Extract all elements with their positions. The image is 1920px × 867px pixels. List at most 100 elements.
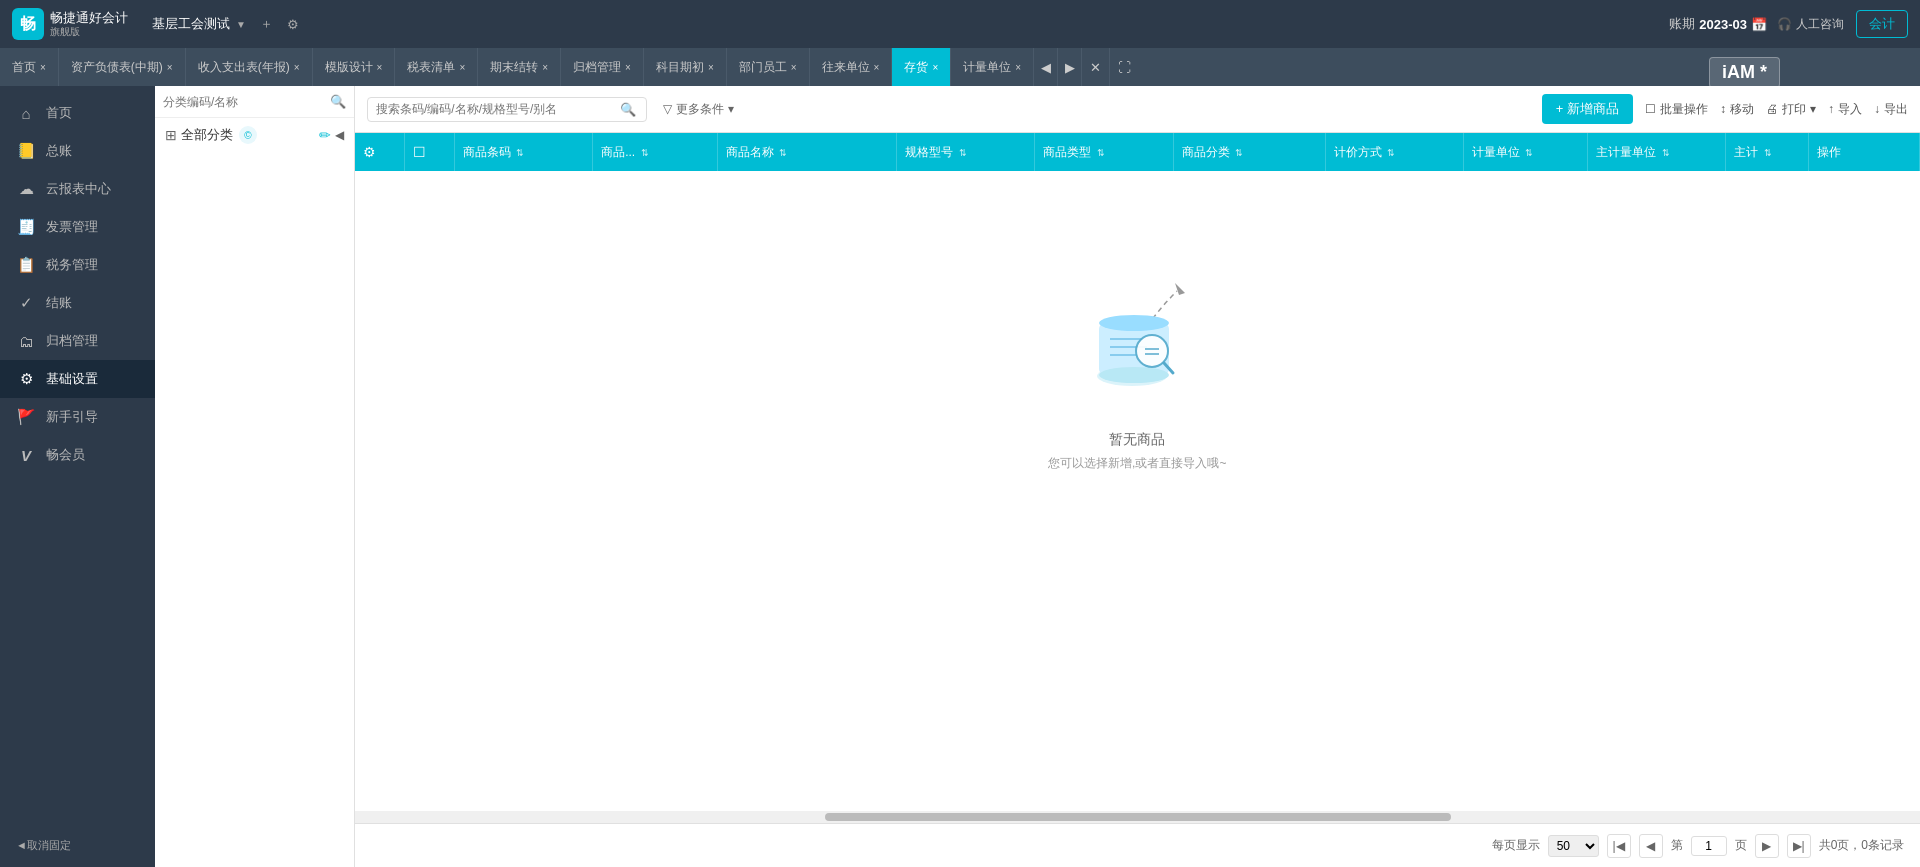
unpin-button[interactable]: ◄取消固定 — [8, 832, 147, 859]
tab-period-end-close[interactable]: × — [542, 62, 548, 73]
page-label: 第 — [1671, 837, 1683, 854]
sort-unit-icon: ⇅ — [1525, 148, 1533, 158]
logo-text: 畅捷通好会计 旗舰版 — [50, 10, 128, 38]
category-edit-icon[interactable]: ✏ — [319, 127, 331, 143]
category-search-icon[interactable]: 🔍 — [330, 94, 346, 109]
sidebar-item-guide[interactable]: 🚩 新手引导 — [0, 398, 155, 436]
tab-close-all[interactable]: ✕ — [1082, 48, 1110, 86]
sidebar-item-archive[interactable]: 🗂 归档管理 — [0, 322, 155, 360]
th-settings[interactable]: ⚙ — [355, 133, 405, 171]
sidebar-item-ledger[interactable]: 📒 总账 — [0, 132, 155, 170]
tab-template[interactable]: 模版设计 × — [313, 48, 396, 86]
tab-home[interactable]: 首页 × — [0, 48, 59, 86]
tab-subject-close[interactable]: × — [708, 62, 714, 73]
export-button[interactable]: ↓ 导出 — [1874, 101, 1908, 118]
help-button[interactable]: 🎧 人工咨询 — [1777, 16, 1844, 33]
toolbar-right: + 新增商品 ☐ 批量操作 ↕ 移动 🖨 打印 ▾ — [1542, 94, 1908, 124]
prev-page-button[interactable]: ◀ — [1639, 834, 1663, 858]
batch-action-button[interactable]: ☐ 批量操作 — [1645, 101, 1708, 118]
tab-tax[interactable]: 税表清单 × — [395, 48, 478, 86]
tab-partner-close[interactable]: × — [874, 62, 880, 73]
th-main-unit[interactable]: 主计量单位 ⇅ — [1588, 133, 1726, 171]
next-page-button[interactable]: ▶ — [1755, 834, 1779, 858]
add-company-icon[interactable]: ＋ — [260, 15, 273, 33]
th-code[interactable]: 商品... ⇅ — [593, 133, 717, 171]
th-type[interactable]: 商品类型 ⇅ — [1035, 133, 1173, 171]
tab-balance-close[interactable]: × — [167, 62, 173, 73]
category-collapse-icon[interactable]: ◀ — [335, 128, 344, 142]
unpin-label: ◄取消固定 — [16, 838, 71, 853]
sidebar-basic-label: 基础设置 — [46, 370, 98, 388]
th-spec-label: 规格型号 — [905, 145, 953, 159]
horizontal-scrollbar[interactable] — [355, 811, 1920, 823]
th-check[interactable]: ☐ — [405, 133, 455, 171]
table-container: ⚙ ☐ 商品条码 ⇅ 商品... — [355, 133, 1920, 811]
settlement-icon: ✓ — [16, 294, 36, 312]
print-chevron-icon: ▾ — [1810, 102, 1816, 116]
first-page-button[interactable]: |◀ — [1607, 834, 1631, 858]
per-page-select[interactable]: 50 100 200 — [1548, 835, 1599, 857]
search-icon[interactable]: 🔍 — [620, 102, 636, 117]
th-barcode[interactable]: 商品条码 ⇅ — [455, 133, 593, 171]
th-category[interactable]: 商品分类 ⇅ — [1173, 133, 1325, 171]
sidebar-item-settlement[interactable]: ✓ 结账 — [0, 284, 155, 322]
category-icon: © — [239, 126, 257, 144]
calendar-icon[interactable]: 📅 — [1751, 17, 1767, 32]
tab-template-close[interactable]: × — [377, 62, 383, 73]
tab-income-close[interactable]: × — [294, 62, 300, 73]
sort-spec-icon: ⇅ — [959, 148, 967, 158]
th-name-label: 商品名称 — [726, 145, 774, 159]
sidebar-item-reports[interactable]: ☁ 云报表中心 — [0, 170, 155, 208]
import-button[interactable]: ↑ 导入 — [1828, 101, 1862, 118]
tab-unit[interactable]: 计量单位 × — [951, 48, 1034, 86]
tab-home-close[interactable]: × — [40, 62, 46, 73]
tab-archive-close[interactable]: × — [625, 62, 631, 73]
tab-scroll-right[interactable]: ▶ — [1058, 48, 1082, 86]
category-panel: 🔍 ⊞ 全部分类 © ✏ ◀ — [155, 86, 355, 867]
page-unit: 页 — [1735, 837, 1747, 854]
tab-dept-close[interactable]: × — [791, 62, 797, 73]
sidebar-item-home[interactable]: ⌂ 首页 — [0, 94, 155, 132]
tab-inventory[interactable]: 存货 × — [892, 48, 951, 86]
search-input[interactable] — [376, 102, 616, 116]
th-col3[interactable]: 主计 ⇅ — [1726, 133, 1809, 171]
category-search-input[interactable] — [163, 95, 326, 109]
move-button[interactable]: ↕ 移动 — [1720, 101, 1754, 118]
tab-tax-close[interactable]: × — [459, 62, 465, 73]
account-button[interactable]: 会计 — [1856, 10, 1908, 38]
move-label: 移动 — [1730, 101, 1754, 118]
tab-inventory-close[interactable]: × — [932, 62, 938, 73]
add-product-button[interactable]: + 新增商品 — [1542, 94, 1633, 124]
gear-icon[interactable]: ⚙ — [363, 144, 376, 160]
tab-balance[interactable]: 资产负债表(中期) × — [59, 48, 186, 86]
tab-income[interactable]: 收入支出表(年报) × — [186, 48, 313, 86]
tab-period-end[interactable]: 期末结转 × — [478, 48, 561, 86]
sort-category-icon: ⇅ — [1235, 148, 1243, 158]
th-price-method[interactable]: 计价方式 ⇅ — [1325, 133, 1463, 171]
sidebar-bottom: ◄取消固定 — [0, 824, 155, 867]
tab-maximize[interactable]: ⛶ — [1110, 48, 1138, 86]
tab-scroll-left[interactable]: ◀ — [1034, 48, 1058, 86]
sidebar-item-invoice[interactable]: 🧾 发票管理 — [0, 208, 155, 246]
tab-partner[interactable]: 往来单位 × — [810, 48, 893, 86]
filter-button[interactable]: ▽ 更多条件 ▾ — [655, 97, 742, 122]
sidebar-item-member[interactable]: V 畅会员 — [0, 436, 155, 474]
tab-subject[interactable]: 科目期初 × — [644, 48, 727, 86]
tab-dept[interactable]: 部门员工 × — [727, 48, 810, 86]
settings-icon[interactable]: ⚙ — [287, 17, 299, 32]
tab-archive-label: 归档管理 — [573, 59, 621, 76]
sort-code-icon: ⇅ — [641, 148, 649, 158]
sidebar-item-basic[interactable]: ⚙ 基础设置 — [0, 360, 155, 398]
print-button[interactable]: 🖨 打印 ▾ — [1766, 101, 1816, 118]
company-selector[interactable]: 基层工会测试 ▼ ＋ ⚙ — [152, 15, 1659, 33]
page-input[interactable] — [1691, 836, 1727, 856]
last-page-button[interactable]: ▶| — [1787, 834, 1811, 858]
checkbox-icon[interactable]: ☐ — [413, 144, 426, 160]
th-spec[interactable]: 规格型号 ⇅ — [897, 133, 1035, 171]
th-unit[interactable]: 计量单位 ⇅ — [1463, 133, 1587, 171]
scrollbar-thumb[interactable] — [825, 813, 1451, 821]
sidebar-item-tax[interactable]: 📋 税务管理 — [0, 246, 155, 284]
tab-unit-close[interactable]: × — [1015, 62, 1021, 73]
th-name[interactable]: 商品名称 ⇅ — [717, 133, 897, 171]
tab-archive[interactable]: 归档管理 × — [561, 48, 644, 86]
